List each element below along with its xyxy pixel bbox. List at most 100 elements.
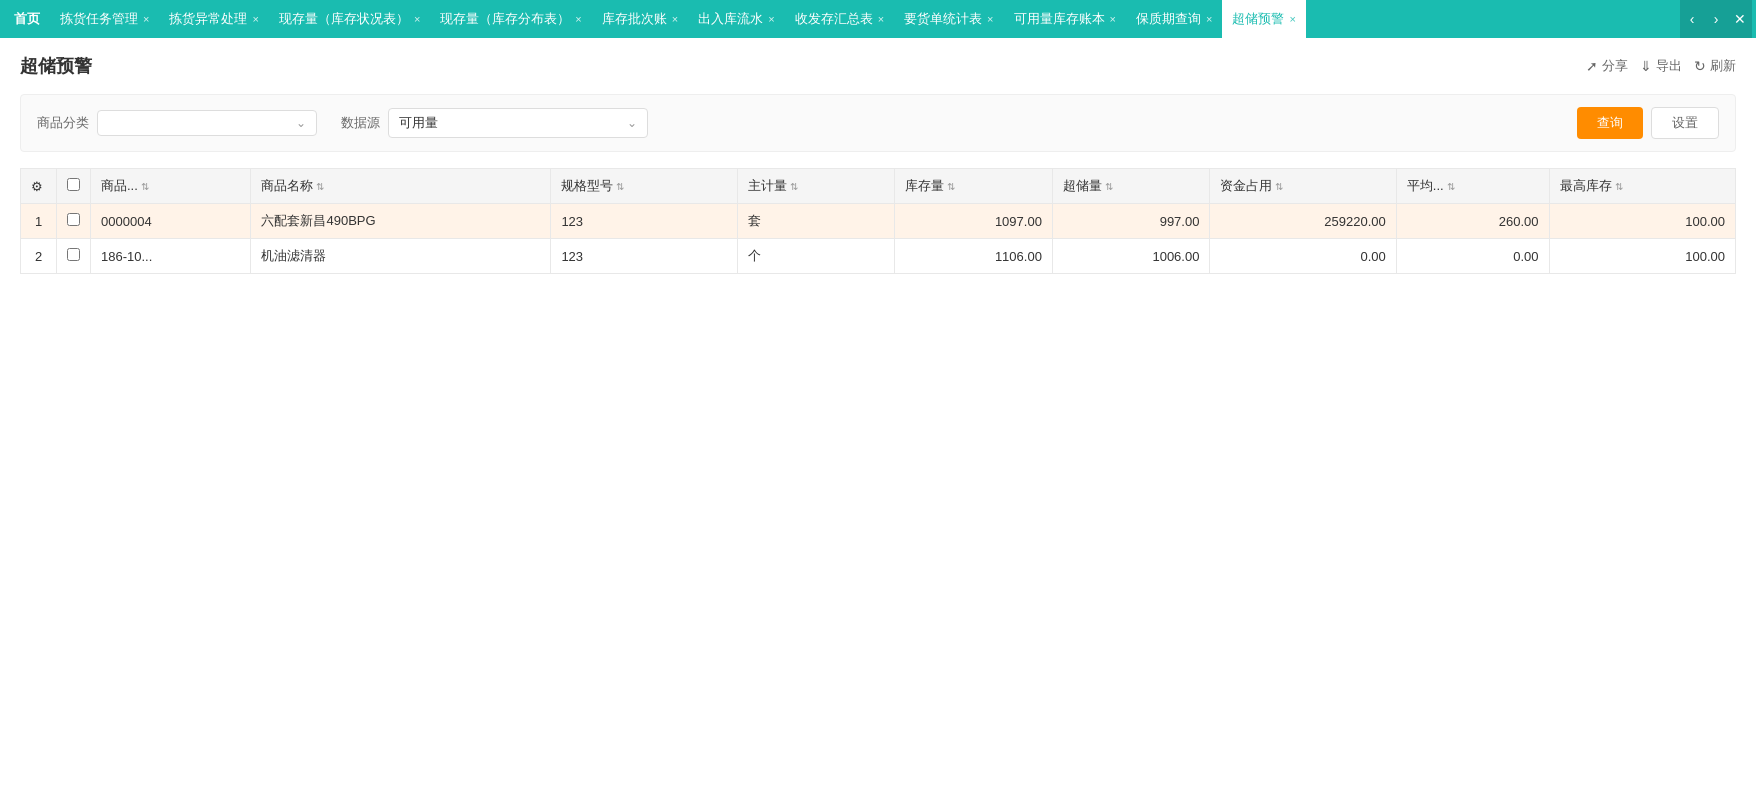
- export-icon: ⇓: [1640, 58, 1652, 74]
- row-number: 2: [21, 239, 57, 274]
- cell-unit: 套: [737, 204, 895, 239]
- col-label-over_stock: 超储量: [1063, 178, 1102, 193]
- nav-tab-tab3[interactable]: 现存量（库存状况表）×: [269, 0, 430, 38]
- table-col-gear[interactable]: ⚙: [21, 169, 57, 204]
- refresh-icon: ↻: [1694, 58, 1706, 74]
- export-button[interactable]: ⇓ 导出: [1640, 57, 1682, 75]
- nav-tab-tab1[interactable]: 拣货任务管理 ×: [50, 0, 159, 38]
- table-col-capital_used[interactable]: 资金占用⇅: [1210, 169, 1396, 204]
- sort-icon-over_stock: ⇅: [1105, 181, 1113, 192]
- nav-tab-label: 拣货任务管理: [60, 10, 138, 28]
- sort-icon-stock: ⇅: [947, 181, 955, 192]
- category-label: 商品分类: [37, 114, 89, 132]
- col-label-stock: 库存量: [905, 178, 944, 193]
- nav-tab-tab5[interactable]: 库存批次账 ×: [592, 0, 688, 38]
- category-filter: 商品分类 ⌄: [37, 110, 317, 136]
- table-col-checkbox[interactable]: [57, 169, 91, 204]
- setting-button[interactable]: 设置: [1651, 107, 1719, 139]
- nav-tab-label: 要货单统计表: [904, 10, 982, 28]
- datasource-label: 数据源: [341, 114, 380, 132]
- nav-tab-tab4[interactable]: 现存量（库存分布表）×: [430, 0, 591, 38]
- nav-bar: 首页 拣货任务管理×拣货异常处理×现存量（库存状况表）×现存量（库存分布表）×库…: [0, 0, 1756, 38]
- nav-tab-tab11[interactable]: 超储预警 ×: [1222, 0, 1305, 38]
- nav-tab-label: 收发存汇总表: [795, 10, 873, 28]
- table-col-stock[interactable]: 库存量⇅: [895, 169, 1053, 204]
- row-checkbox-cell[interactable]: [57, 204, 91, 239]
- nav-arrow-close[interactable]: ✕: [1728, 0, 1752, 38]
- tab-close-icon[interactable]: ×: [987, 13, 993, 25]
- nav-tab-label: 保质期查询: [1136, 10, 1201, 28]
- sort-icon-product_name: ⇅: [316, 181, 324, 192]
- tab-close-icon[interactable]: ×: [1110, 13, 1116, 25]
- nav-tab-label: 超储预警: [1232, 10, 1284, 28]
- tab-close-icon[interactable]: ×: [768, 13, 774, 25]
- row-checkbox[interactable]: [67, 213, 80, 226]
- tab-close-icon[interactable]: ×: [1206, 13, 1212, 25]
- nav-tab-tab10[interactable]: 保质期查询 ×: [1126, 0, 1222, 38]
- table-col-product_name[interactable]: 商品名称⇅: [251, 169, 551, 204]
- col-label-product_code: 商品...: [101, 178, 138, 193]
- page-title: 超储预警: [20, 54, 92, 78]
- cell-spec: 123: [551, 204, 737, 239]
- nav-tab-label: 出入库流水: [698, 10, 763, 28]
- filter-actions: 查询 设置: [1577, 107, 1719, 139]
- cell-max_stock: 100.00: [1549, 239, 1735, 274]
- sort-icon-max_stock: ⇅: [1615, 181, 1623, 192]
- tab-close-icon[interactable]: ×: [878, 13, 884, 25]
- tab-close-icon[interactable]: ×: [1289, 13, 1295, 25]
- refresh-button[interactable]: ↻ 刷新: [1694, 57, 1736, 75]
- data-table: ⚙商品...⇅商品名称⇅规格型号⇅主计量⇅库存量⇅超储量⇅资金占用⇅平均...⇅…: [20, 168, 1736, 274]
- cell-avg: 260.00: [1396, 204, 1549, 239]
- nav-arrows: ‹ › ✕: [1680, 0, 1752, 38]
- table-col-unit[interactable]: 主计量⇅: [737, 169, 895, 204]
- cell-stock: 1097.00: [895, 204, 1053, 239]
- nav-arrow-right[interactable]: ›: [1704, 0, 1728, 38]
- row-checkbox[interactable]: [67, 248, 80, 261]
- nav-arrow-left[interactable]: ‹: [1680, 0, 1704, 38]
- sort-icon-product_code: ⇅: [141, 181, 149, 192]
- col-label-product_name: 商品名称: [261, 178, 313, 193]
- cell-max_stock: 100.00: [1549, 204, 1735, 239]
- nav-tab-tab9[interactable]: 可用量库存账本×: [1004, 0, 1126, 38]
- cell-spec: 123: [551, 239, 737, 274]
- nav-tab-tab2[interactable]: 拣货异常处理×: [159, 0, 268, 38]
- cell-product_code: 0000004: [91, 204, 251, 239]
- nav-tab-label: 库存批次账: [602, 10, 667, 28]
- tab-close-icon[interactable]: ×: [252, 13, 258, 25]
- cell-product_name: 六配套新昌490BPG: [251, 204, 551, 239]
- select-all-checkbox[interactable]: [67, 178, 80, 191]
- table-col-product_code[interactable]: 商品...⇅: [91, 169, 251, 204]
- category-select[interactable]: ⌄: [97, 110, 317, 136]
- row-checkbox-cell[interactable]: [57, 239, 91, 274]
- sort-icon-spec: ⇅: [616, 181, 624, 192]
- tab-close-icon[interactable]: ×: [143, 13, 149, 25]
- table-col-spec[interactable]: 规格型号⇅: [551, 169, 737, 204]
- cell-unit: 个: [737, 239, 895, 274]
- table-container: ⚙商品...⇅商品名称⇅规格型号⇅主计量⇅库存量⇅超储量⇅资金占用⇅平均...⇅…: [20, 168, 1736, 274]
- tab-close-icon[interactable]: ×: [414, 13, 420, 25]
- table-col-avg[interactable]: 平均...⇅: [1396, 169, 1549, 204]
- datasource-select[interactable]: 可用量 ⌄: [388, 108, 648, 138]
- nav-home[interactable]: 首页: [4, 0, 50, 38]
- cell-capital_used: 259220.00: [1210, 204, 1396, 239]
- nav-tab-tab7[interactable]: 收发存汇总表 ×: [785, 0, 894, 38]
- header-actions: ➚ 分享 ⇓ 导出 ↻ 刷新: [1586, 57, 1736, 75]
- table-col-over_stock[interactable]: 超储量⇅: [1052, 169, 1210, 204]
- table-row: 2186-10...机油滤清器123个1106.001006.000.000.0…: [21, 239, 1736, 274]
- chevron-down-icon2: ⌄: [627, 116, 637, 130]
- sort-icon-avg: ⇅: [1447, 181, 1455, 192]
- page-content: 超储预警 ➚ 分享 ⇓ 导出 ↻ 刷新 商品分类 ⌄ 数据源: [0, 38, 1756, 800]
- tab-close-icon[interactable]: ×: [575, 13, 581, 25]
- table-row: 10000004六配套新昌490BPG123套1097.00997.002592…: [21, 204, 1736, 239]
- tab-close-icon[interactable]: ×: [672, 13, 678, 25]
- sort-icon-unit: ⇅: [790, 181, 798, 192]
- cell-stock: 1106.00: [895, 239, 1053, 274]
- share-button[interactable]: ➚ 分享: [1586, 57, 1628, 75]
- table-col-max_stock[interactable]: 最高库存⇅: [1549, 169, 1735, 204]
- nav-tab-tab6[interactable]: 出入库流水 ×: [688, 0, 784, 38]
- col-label-unit: 主计量: [748, 178, 787, 193]
- filter-bar: 商品分类 ⌄ 数据源 可用量 ⌄ 查询 设置: [20, 94, 1736, 152]
- cell-capital_used: 0.00: [1210, 239, 1396, 274]
- query-button[interactable]: 查询: [1577, 107, 1643, 139]
- nav-tab-tab8[interactable]: 要货单统计表 ×: [894, 0, 1003, 38]
